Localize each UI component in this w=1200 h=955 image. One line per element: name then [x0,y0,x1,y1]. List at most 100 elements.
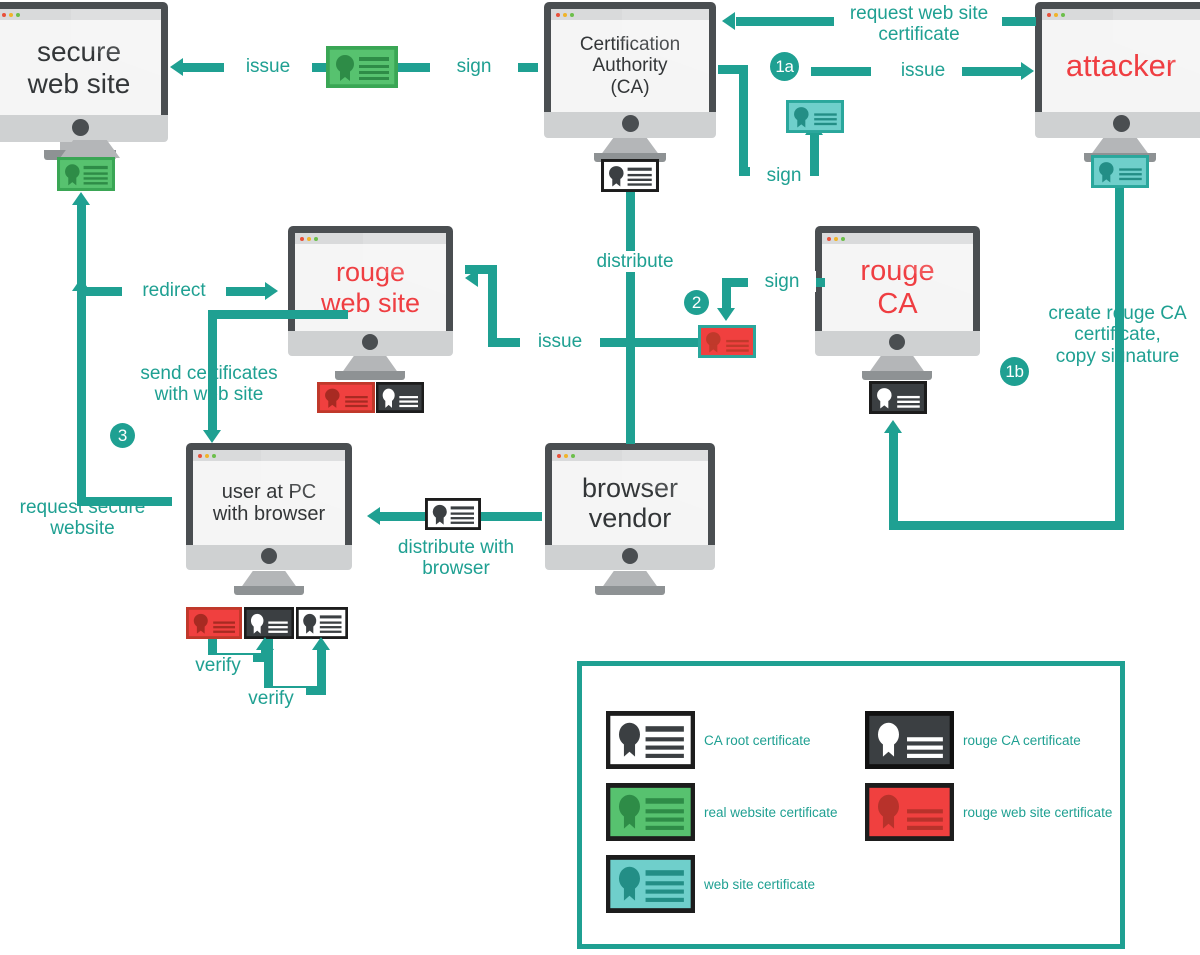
cert-rouge-website-at-user [186,607,242,639]
node-label-line1: secure [36,36,122,68]
certificate-icon [1091,155,1149,188]
close-icon [1047,12,1051,17]
minimize-icon [1054,12,1058,17]
maximize-icon [571,453,575,458]
cert-ca-root-at-ca [601,159,659,192]
legend-label-real-website: real website certificate [704,804,838,820]
edge-issue-to-attacker-arrow [1021,62,1034,80]
edge-label-issue-rouge: issue [520,331,600,353]
minimize-icon [205,453,209,458]
edge-sign-attacker-cert-up [810,130,819,176]
monitor-foot-rouge-site [335,371,405,380]
node-label-attacker: attacker [1042,20,1200,112]
edge-distribute-with-browser-arrow [367,507,380,525]
node-rouge-web-site[interactable]: rouge web site [288,226,453,356]
close-icon [827,236,831,241]
cert-rouge-ca-at-rouge-site [376,382,424,413]
step-badge-1a: 1a [770,52,799,81]
legend-item-rouge-ca: rouge CA certificate [865,711,1081,769]
legend-item-real-website: real website certificate [606,783,838,841]
certificate-icon [425,498,481,530]
certificate-icon [186,607,242,639]
close-icon [300,236,304,241]
edge-issue-rouge-vstub [488,265,497,347]
edge-create-rouge-ca-arrow [884,420,902,433]
node-label-line1: user at PC [221,480,317,503]
node-attacker[interactable]: attacker [1035,2,1200,142]
monitor-bezel: secure web site [0,2,168,115]
maximize-icon [212,453,216,458]
edge-request-secure-website-arrow [72,192,90,205]
step-badge-2: 2 [684,290,709,315]
edge-issue-to-secure-arrow [170,58,183,76]
node-label-rouge-ca: rouge CA [822,244,973,331]
monitor-knob [622,115,639,132]
window-titlebar [822,233,973,244]
edge-label-issue-to-attacker: issue [884,60,962,82]
edge-label-redirect: redirect [122,280,226,302]
edge-sign-rouge-arrow [717,308,735,321]
monitor-bezel: rouge CA [815,226,980,331]
window-titlebar [552,450,708,461]
edge-label-sign-rouge: sign [748,271,816,293]
cert-rouge-ca-at-user [244,607,294,639]
monitor-knob [72,119,89,136]
certificate-icon [601,159,659,192]
node-label-line1: rouge [335,257,406,288]
legend-label-rouge-ca: rouge CA certificate [963,732,1081,748]
cert-real-website-at-secure-site [57,157,115,191]
monitor-foot-rouge-ca [862,371,932,380]
legend-label-ca-root: CA root certificate [704,732,811,748]
cert-rouge-website-at-rouge-site [317,382,375,413]
edge-label-request-web-site-certificate: request web site certificate [849,3,989,46]
node-certification-authority[interactable]: Certification Authority (CA) [544,2,716,142]
certificate-icon [606,711,695,769]
edge-distribute-vline [626,192,635,444]
edge-label-sign-attacker-cert: sign [750,165,818,187]
edge-send-certs-top [208,310,348,319]
node-user-at-pc[interactable]: user at PC with browser [186,443,352,571]
maximize-icon [1061,12,1065,17]
cert-rouge-ca-at-rouge-ca [869,381,927,414]
cert-rouge-website-signed [698,325,756,358]
legend-item-ca-root: CA root certificate [606,711,811,769]
node-rouge-ca[interactable]: rouge CA [815,226,980,356]
close-icon [198,453,202,458]
monitor-screen: Certification Authority (CA) [551,9,709,112]
edge-sign-rouge-v [722,278,731,312]
maximize-icon [314,236,318,241]
node-label-line2: CA [877,287,918,320]
close-icon [2,12,6,17]
monitor-foot-user [234,586,304,595]
node-browser-vendor[interactable]: browser vendor [545,443,715,571]
edge-sign-attacker-cert-v [739,65,748,175]
close-icon [557,453,561,458]
edge-label-distribute: distribute [570,251,700,273]
certificate-icon [57,157,115,191]
edge-label-verify1: verify [183,655,253,677]
legend-box: CA root certificate real website certifi… [577,661,1125,949]
edge-label-send-certificates: send certificates with web site [140,363,278,406]
certificate-icon [865,711,954,769]
monitor-bezel: Certification Authority (CA) [544,2,716,112]
monitor-bezel: browser vendor [545,443,715,545]
window-titlebar [1042,9,1200,20]
edge-issue-to-attacker-line1 [811,67,871,76]
certificate-icon [865,783,954,841]
legend-label-rouge-website: rouge web site certificate [963,804,1113,820]
legend-label-website: web site certificate [704,876,816,892]
cert-ca-root-at-user [296,607,348,639]
edge-label-sign-ca-green: sign [430,56,518,78]
node-secure-web-site[interactable]: secure web site [0,2,168,160]
edge-create-rouge-ca-hline [889,521,1124,530]
edge-label-distribute-with-browser: distribute with browser [397,537,515,580]
edge-label-request-secure-website: request secure website [19,497,146,540]
node-label-line1: browser [581,472,679,503]
monitor-screen: rouge CA [822,233,973,331]
node-label-browser-vendor: browser vendor [552,461,708,545]
certificate-icon [244,607,294,639]
certificate-icon [326,46,398,88]
minimize-icon [9,12,13,17]
window-titlebar [0,9,161,20]
monitor-bezel: user at PC with browser [186,443,352,545]
